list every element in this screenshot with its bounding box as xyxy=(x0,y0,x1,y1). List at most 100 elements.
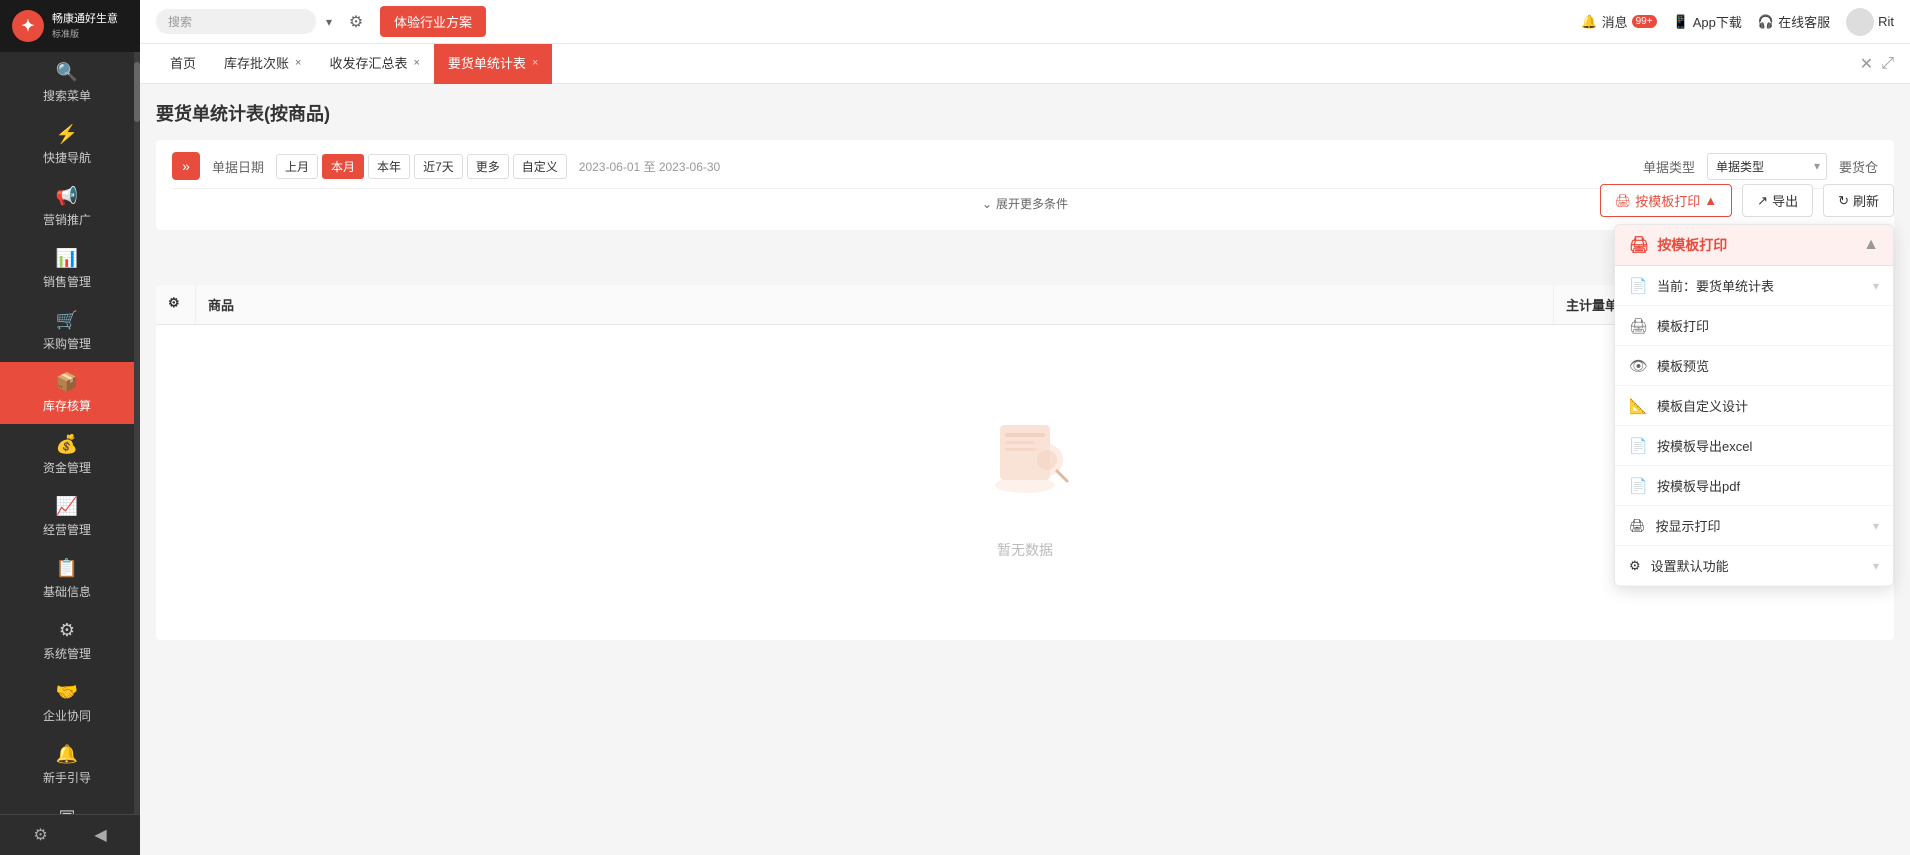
dropdown-current-template[interactable]: 📄 当前：要货单统计表 ▾ xyxy=(1615,266,1893,306)
sidebar-item-purchase[interactable]: 🛒 采购管理 xyxy=(0,300,134,362)
col-goods: 商品 xyxy=(196,285,1554,324)
default-func-icon: ⚙ xyxy=(1629,558,1641,574)
more-btn[interactable]: 更多 xyxy=(467,154,509,179)
online-service-btn[interactable]: 🎧 在线客服 xyxy=(1758,12,1830,31)
sidebar: ✦ 畅康通好生意 标准版 🔍 搜索菜单 ⚡ 快捷导航 📢 营销推广 📊 销售管理 xyxy=(0,0,140,855)
trial-btn[interactable]: 体验行业方案 xyxy=(380,6,486,37)
dropdown-export-pdf[interactable]: 📄 按模板导出pdf xyxy=(1615,466,1893,506)
user-name: Rit xyxy=(1878,14,1894,29)
sidebar-item-inventory[interactable]: 📦 库存核算 xyxy=(0,362,134,424)
current-month-btn[interactable]: 本月 xyxy=(322,154,364,179)
operations-icon: 📈 xyxy=(56,496,78,517)
export-icon: ↗ xyxy=(1757,193,1768,209)
expand-icon: ⌄ xyxy=(982,197,992,211)
tab-close-receivables[interactable]: × xyxy=(413,57,419,69)
tab-order-stats[interactable]: 要货单统计表 × xyxy=(434,44,552,84)
search-box: 搜索 xyxy=(156,9,316,34)
maximize-tab-btn[interactable]: ⤢ xyxy=(1881,55,1894,73)
dropdown-close-btn[interactable]: ▲ xyxy=(1863,236,1879,254)
sidebar-item-operations[interactable]: 📈 经营管理 xyxy=(0,486,134,548)
display-print-icon: 🖨 xyxy=(1629,518,1646,534)
refresh-icon: ↻ xyxy=(1838,193,1849,209)
tabbar: 首页 库存批次账 × 收发存汇总表 × 要货单统计表 × ✕ ⤢ xyxy=(140,44,1910,84)
headset-icon: 🎧 xyxy=(1758,14,1774,30)
sidebar-item-sales[interactable]: 📊 销售管理 xyxy=(0,238,134,300)
tab-home[interactable]: 首页 xyxy=(156,44,210,84)
dropdown-template-print[interactable]: 🖨 模板打印 xyxy=(1615,306,1893,346)
sidebar-item-label: 采购管理 xyxy=(43,335,91,352)
filter-toggle-btn[interactable]: » xyxy=(172,152,200,180)
app-logo: ✦ 畅康通好生意 标准版 xyxy=(0,0,140,52)
sidebar-item-system[interactable]: ⚙ 系统管理 xyxy=(0,610,134,672)
bell-icon: 🔔 xyxy=(1581,14,1597,30)
chevron-right-icon: ▾ xyxy=(1873,519,1879,533)
col-settings[interactable]: ⚙ xyxy=(156,285,196,324)
template-design-icon: 📐 xyxy=(1629,397,1647,415)
page-title: 要货单统计表(按商品) xyxy=(156,100,1894,126)
template-print-icon: 🖨 xyxy=(1629,317,1647,335)
sales-icon: 📊 xyxy=(56,248,78,269)
dropdown-template-preview[interactable]: 👁 模板预览 xyxy=(1615,346,1893,386)
finance-icon: 💰 xyxy=(56,434,78,455)
export-btn[interactable]: ↗ 导出 xyxy=(1742,184,1813,217)
topbar-dropdown-btn[interactable]: ▾ xyxy=(326,15,332,29)
dropdown-export-excel[interactable]: 📄 按模板导出excel xyxy=(1615,426,1893,466)
sidebar-item-quicknav[interactable]: ⚡ 快捷导航 xyxy=(0,114,134,176)
main-area: 搜索 ▾ ⚙ 体验行业方案 🔔 消息 99+ 📱 App下载 🎧 在线客服 Ri… xyxy=(140,0,1910,855)
print-template-btn[interactable]: 🖨 按模板打印 ▲ xyxy=(1600,184,1732,217)
chevron-down-icon: ▾ xyxy=(1814,159,1820,173)
sidebar-item-label: 基础信息 xyxy=(43,583,91,600)
type-select[interactable]: 单据类型 ▾ xyxy=(1707,153,1827,180)
content-area: 要货单统计表(按商品) » 单据日期 上月 本月 本年 近7天 更多 自定义 2… xyxy=(140,84,1910,855)
date-filter-label: 单据日期 xyxy=(212,157,264,176)
date-buttons: 上月 本月 本年 近7天 更多 自定义 xyxy=(276,154,567,179)
current-template-label: 当前：要货单统计表 xyxy=(1657,276,1774,295)
search-placeholder: 搜索 xyxy=(168,15,192,29)
sidebar-item-guide[interactable]: 🔔 新手引导 xyxy=(0,734,134,796)
app-download-btn[interactable]: 📱 App下载 xyxy=(1673,12,1742,31)
dropdown-default-func[interactable]: ⚙ 设置默认功能 ▾ xyxy=(1615,546,1893,586)
chevron-up-icon: ▲ xyxy=(1704,193,1717,208)
sidebar-item-label: 搜索菜单 xyxy=(43,87,91,104)
sidebar-item-apps[interactable]: ▣ 应用中心 xyxy=(0,796,134,814)
collab-icon: 🤝 xyxy=(56,682,78,703)
year-btn[interactable]: 本年 xyxy=(368,154,410,179)
dropdown-template-design[interactable]: 📐 模板自定义设计 xyxy=(1615,386,1893,426)
tab-inventory-batch[interactable]: 库存批次账 × xyxy=(210,44,315,84)
tab-close-inventory-batch[interactable]: × xyxy=(295,57,301,69)
sidebar-item-search[interactable]: 🔍 搜索菜单 xyxy=(0,52,134,114)
sidebar-item-label: 营销推广 xyxy=(43,211,91,228)
sidebar-item-basic[interactable]: 📋 基础信息 xyxy=(0,548,134,610)
export-pdf-icon: 📄 xyxy=(1629,477,1647,495)
tab-receivables[interactable]: 收发存汇总表 × xyxy=(315,44,433,84)
prev-month-btn[interactable]: 上月 xyxy=(276,154,318,179)
settings-footer-btn[interactable]: ⚙ xyxy=(33,825,47,845)
close-tab-btn[interactable]: ✕ xyxy=(1860,54,1873,74)
date-range-text: 2023-06-01 至 2023-06-30 xyxy=(579,158,720,175)
user-avatar-btn[interactable]: Rit xyxy=(1846,8,1894,36)
dropdown-title-area: 🖨 按模板打印 xyxy=(1629,235,1727,255)
top-action-btns: 🖨 按模板打印 ▲ ↗ 导出 ↻ 刷新 xyxy=(1600,184,1894,217)
dropdown-display-print[interactable]: 🖨 按显示打印 ▾ xyxy=(1615,506,1893,546)
sidebar-item-finance[interactable]: 💰 资金管理 xyxy=(0,424,134,486)
sidebar-item-label: 资金管理 xyxy=(43,459,91,476)
guide-icon: 🔔 xyxy=(56,744,78,765)
dropdown-header: 🖨 按模板打印 ▲ xyxy=(1615,225,1893,266)
sidebar-nav: 🔍 搜索菜单 ⚡ 快捷导航 📢 营销推广 📊 销售管理 🛒 采购管理 📦 xyxy=(0,52,134,814)
inventory-icon: 📦 xyxy=(56,372,78,393)
sidebar-item-collab[interactable]: 🤝 企业协同 xyxy=(0,672,134,734)
topbar-gear-btn[interactable]: ⚙ xyxy=(342,8,370,36)
collapse-sidebar-btn[interactable]: ◀ xyxy=(94,825,106,845)
sidebar-item-label: 销售管理 xyxy=(43,273,91,290)
user-avatar xyxy=(1846,8,1874,36)
tab-close-order-stats[interactable]: × xyxy=(532,57,538,69)
notifications-btn[interactable]: 🔔 消息 99+ xyxy=(1581,12,1656,31)
chevron-right-icon: ▾ xyxy=(1873,279,1879,293)
filter-row: » 单据日期 上月 本月 本年 近7天 更多 自定义 2023-06-01 至 … xyxy=(172,152,1878,180)
refresh-btn[interactable]: ↻ 刷新 xyxy=(1823,184,1894,217)
basic-icon: 📋 xyxy=(56,558,78,579)
7days-btn[interactable]: 近7天 xyxy=(414,154,463,179)
sidebar-item-marketing[interactable]: 📢 营销推广 xyxy=(0,176,134,238)
custom-btn[interactable]: 自定义 xyxy=(513,154,567,179)
logo-icon: ✦ xyxy=(12,10,44,42)
